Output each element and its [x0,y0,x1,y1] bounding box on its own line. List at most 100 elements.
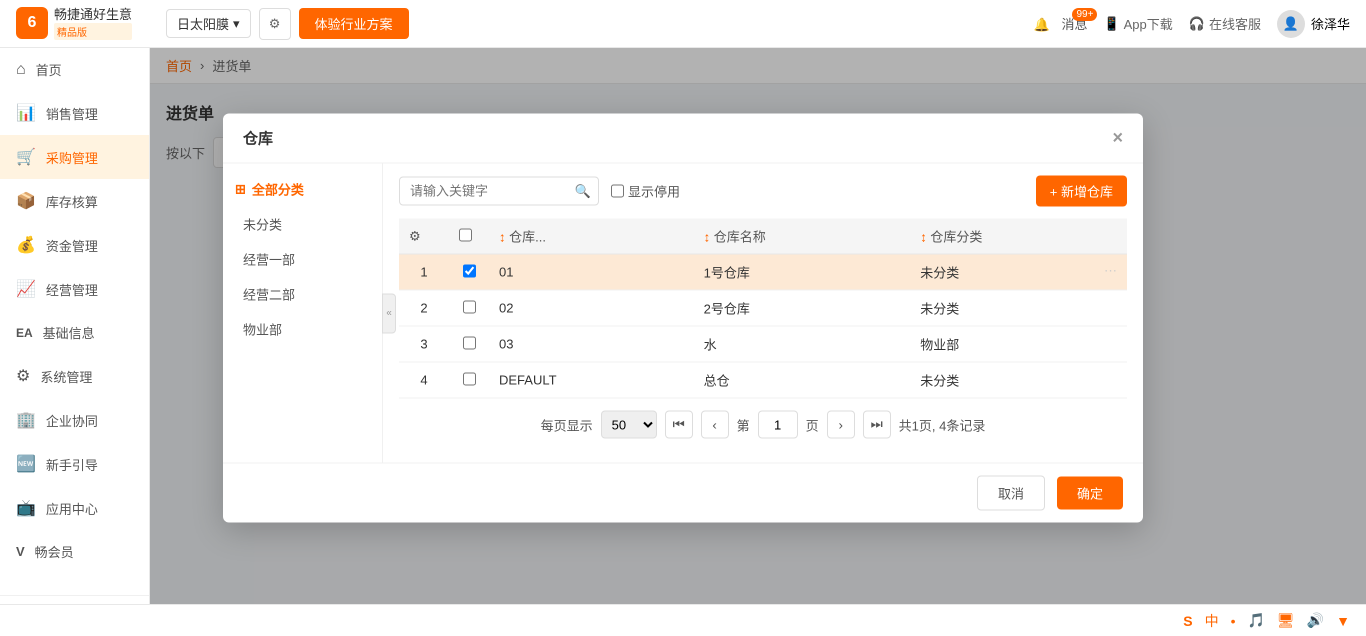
status-bar: S 中 • 🎵 🖥 🔊 ▼ [0,604,1366,636]
total-record-label: 共1页, 4条记录 [899,415,986,434]
collapse-panel-button[interactable]: « [382,293,396,333]
page-number-input[interactable] [758,411,798,439]
search-icon[interactable]: 🔍 [575,183,591,199]
sidebar-label-home: 首页 [36,60,62,79]
all-category-item[interactable]: ⊞ 全部分类 [223,172,382,207]
prev-page-button[interactable]: ‹ [701,411,729,439]
next-page-button[interactable]: › [827,411,855,439]
add-warehouse-button[interactable]: + 新增仓库 [1036,176,1127,207]
row-gear-cell: 2 [399,290,449,326]
header-right: 🔔 99+ 消息 📱 App下载 🎧 在线客服 👤 徐泽华 [1034,10,1350,38]
basic-icon: EA [16,326,33,340]
sidebar-label-guide: 新手引导 [46,455,98,474]
row-name: 总仓 [694,362,911,398]
confirm-button[interactable]: 确定 [1057,477,1123,510]
dialog-close-button[interactable]: × [1112,128,1123,149]
warehouse-dialog: 仓库 × ⊞ 全部分类 未分类 经营一部 经营二部 物业部 « [223,114,1143,523]
row-code: DEFAULT [489,362,694,398]
search-input[interactable] [399,177,599,206]
monitor-icon[interactable]: 🖥 [1277,612,1295,629]
sidebar-label-member: 畅会员 [35,542,74,561]
dot-icon: • [1231,613,1236,629]
row-checkbox[interactable] [463,300,476,313]
table-header: ⚙ ↕ 仓库... ↕ 仓库名称 [399,219,1127,255]
search-input-wrap: 🔍 [399,177,599,206]
store-selector[interactable]: 日太阳膜 ▾ [166,9,251,38]
sidebar-item-home[interactable]: ⌂ 首页 [0,48,149,91]
row-actions[interactable]: ··· [1104,263,1117,278]
col-header-category: ↕ 仓库分类 [910,219,1127,255]
row-gear-cell: 3 [399,326,449,362]
sidebar-item-operations[interactable]: 📈 经营管理 [0,267,149,311]
chinese-input-icon[interactable]: 中 [1205,611,1219,631]
top-header: 6 畅捷通好生意 精品版 日太阳膜 ▾ ⚙ 体验行业方案 🔔 99+ 消息 📱 … [0,0,1366,48]
show-disabled-checkbox[interactable] [611,185,624,198]
row-category: 物业部 [910,326,1127,362]
dialog-body: ⊞ 全部分类 未分类 经营一部 经营二部 物业部 « 🔍 [223,164,1143,463]
row-checkbox[interactable] [463,372,476,385]
trial-button[interactable]: 体验行业方案 [299,8,409,39]
table-body: 1 01 1号仓库 未分类··· 2 02 2号仓库 未分类 3 03 水 物业… [399,254,1127,398]
logo-area: 6 畅捷通好生意 精品版 [16,7,166,41]
more-icon[interactable]: ▼ [1336,613,1350,629]
table-row[interactable]: 2 02 2号仓库 未分类 [399,290,1127,326]
user-avatar-area[interactable]: 👤 徐泽华 [1277,10,1350,38]
sidebar-item-sales[interactable]: 📊 销售管理 [0,91,149,135]
gear-header-icon: ⚙ [409,228,421,243]
notification-badge: 99+ [1072,8,1097,21]
settings-button[interactable]: ⚙ [259,8,291,40]
row-checkbox[interactable] [463,336,476,349]
row-check-cell [449,290,489,326]
row-category: 未分类 [910,290,1127,326]
col-header-name: ↕ 仓库名称 [694,219,911,255]
table-row[interactable]: 1 01 1号仓库 未分类··· [399,254,1127,290]
row-gear-cell: 1 [399,254,449,290]
volume-icon[interactable]: 🔊 [1307,612,1324,629]
sidebar-item-system[interactable]: ⚙ 系统管理 [0,354,149,398]
sidebar-item-finance[interactable]: 💰 资金管理 [0,223,149,267]
all-category-label: 全部分类 [252,180,304,199]
page-suffix: 页 [806,415,819,434]
music-icon[interactable]: 🎵 [1247,612,1264,629]
notification-bell[interactable]: 🔔 99+ 消息 [1034,14,1088,33]
row-category: 未分类··· [910,254,1127,290]
show-disabled-label[interactable]: 显示停用 [611,182,680,201]
inventory-icon: 📦 [16,191,36,211]
first-page-button[interactable]: ⏮ [665,411,693,439]
sidebar-item-appstore[interactable]: 📺 应用中心 [0,486,149,530]
last-page-button[interactable]: ⏭ [863,411,891,439]
system-icon: ⚙ [16,366,30,386]
dropdown-icon: ▾ [233,16,240,32]
home-icon: ⌂ [16,61,26,79]
sidebar-item-basic[interactable]: EA 基础信息 [0,311,149,354]
app-download[interactable]: 📱 App下载 [1103,14,1172,33]
per-page-select[interactable]: 50 20 100 [601,411,657,439]
category-item-unclassified[interactable]: 未分类 [223,207,382,242]
table-row[interactable]: 3 03 水 物业部 [399,326,1127,362]
select-all-checkbox[interactable] [459,228,472,241]
brand-name: 畅捷通好生意 [54,7,132,24]
header-center: 日太阳膜 ▾ ⚙ 体验行业方案 [166,8,1034,40]
page-label: 第 [737,415,750,434]
sidebar-label-inventory: 库存核算 [46,192,98,211]
online-service[interactable]: 🎧 在线客服 [1189,14,1261,33]
category-item-ops1[interactable]: 经营一部 [223,242,382,277]
col-header-gear: ⚙ [399,219,449,255]
bell-icon: 🔔 [1034,17,1050,32]
warehouse-table: ⚙ ↕ 仓库... ↕ 仓库名称 [399,219,1127,399]
sidebar-item-purchase[interactable]: 🛒 采购管理 [0,135,149,179]
category-item-property[interactable]: 物业部 [223,312,382,347]
sidebar-item-guide[interactable]: 🆕 新手引导 [0,442,149,486]
col-header-check [449,219,489,255]
row-gear-cell: 4 [399,362,449,398]
table-container: ⚙ ↕ 仓库... ↕ 仓库名称 [399,219,1127,399]
sidebar-item-member[interactable]: V 畅会员 [0,530,149,573]
category-item-ops2[interactable]: 经营二部 [223,277,382,312]
row-name: 水 [694,326,911,362]
table-row[interactable]: 4 DEFAULT 总仓 未分类 [399,362,1127,398]
row-checkbox[interactable] [463,264,476,277]
sidebar-item-enterprise[interactable]: 🏢 企业协同 [0,398,149,442]
sidebar-label-basic: 基础信息 [43,323,95,342]
cancel-button[interactable]: 取消 [977,476,1045,511]
sidebar-item-inventory[interactable]: 📦 库存核算 [0,179,149,223]
